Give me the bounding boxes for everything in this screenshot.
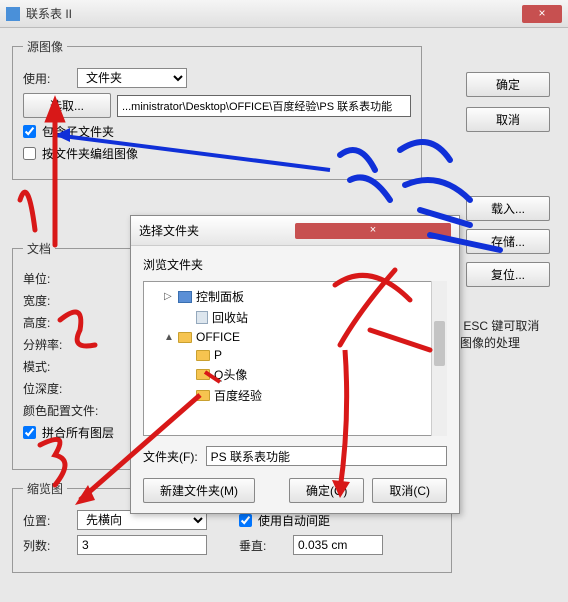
document-legend: 文档 [23,240,55,257]
save-button[interactable]: 存储... [466,229,550,254]
auto-gap-check[interactable] [239,514,252,527]
app-icon [6,7,20,21]
auto-gap-label: 使用自动间距 [258,512,330,529]
cols-label: 列数: [23,537,71,554]
load-button[interactable]: 载入... [466,196,550,221]
dialog-close-button[interactable]: × [295,223,451,239]
include-sub-label: 包含子文件夹 [42,123,114,140]
width-label: 宽度: [23,292,71,309]
ok-button[interactable]: 确定 [466,72,550,97]
cols-input[interactable] [77,535,207,555]
folder-dialog: 选择文件夹 × 浏览文件夹 ▷控制面板 回收站 ▲OFFICE P Q头像 百度… [130,215,460,514]
resolution-label: 分辨率: [23,336,71,353]
window-title: 联系表 II [26,5,522,22]
tree-item[interactable]: 回收站 [146,307,444,328]
folder-icon [196,350,210,361]
vert-label: 垂直: [239,537,287,554]
unit-label: 单位: [23,270,71,287]
new-folder-button[interactable]: 新建文件夹(M) [143,478,255,503]
flatten-check[interactable] [23,426,36,439]
dialog-title: 选择文件夹 [139,222,295,239]
window-titlebar: 联系表 II × [0,0,568,28]
window-close-button[interactable]: × [522,5,562,23]
folder-icon [196,390,210,401]
tree-scrollbar[interactable] [431,281,447,436]
flatten-label: 拼合所有图层 [42,424,114,441]
use-select[interactable]: 文件夹 [77,68,187,88]
tree-item[interactable]: ▲OFFICE [146,328,444,346]
recycle-bin-icon [196,311,208,324]
dialog-titlebar: 选择文件夹 × [131,216,459,246]
vert-input[interactable] [293,535,383,555]
thumbnail-legend: 缩览图 [23,480,67,497]
dialog-ok-button[interactable]: 确定(O) [289,478,364,503]
group-folder-label: 按文件夹编组图像 [42,145,138,162]
source-path: ...ministrator\Desktop\OFFICE\百度经验\PS 联系… [117,95,411,117]
tree-item[interactable]: P [146,346,444,364]
use-label: 使用: [23,70,71,87]
dialog-cancel-button[interactable]: 取消(C) [372,478,447,503]
browse-label: 浏览文件夹 [143,256,447,273]
folder-name-input[interactable] [206,446,447,466]
position-label: 位置: [23,512,71,529]
source-fieldset: 源图像 使用: 文件夹 选取... ...ministrator\Desktop… [12,38,422,180]
height-label: 高度: [23,314,71,331]
control-panel-icon [178,291,192,303]
select-button[interactable]: 选取... [23,93,111,118]
group-folder-check[interactable] [23,147,36,160]
tree-item[interactable]: ▷控制面板 [146,286,444,307]
folder-icon [196,369,210,380]
scrollbar-thumb[interactable] [434,321,445,366]
profile-label: 颜色配置文件: [23,402,103,419]
folder-tree[interactable]: ▷控制面板 回收站 ▲OFFICE P Q头像 百度经验 [143,281,447,436]
source-legend: 源图像 [23,38,67,55]
folder-icon [178,332,192,343]
cancel-button[interactable]: 取消 [466,107,550,132]
tree-item[interactable]: 百度经验 [146,385,444,406]
help-text: 按 ESC 键可取消对图像的处理 [448,318,548,352]
include-sub-check[interactable] [23,125,36,138]
bit-label: 位深度: [23,380,71,397]
reset-button[interactable]: 复位... [466,262,550,287]
folder-field-label: 文件夹(F): [143,448,198,465]
tree-item[interactable]: Q头像 [146,364,444,385]
mode-label: 模式: [23,358,71,375]
